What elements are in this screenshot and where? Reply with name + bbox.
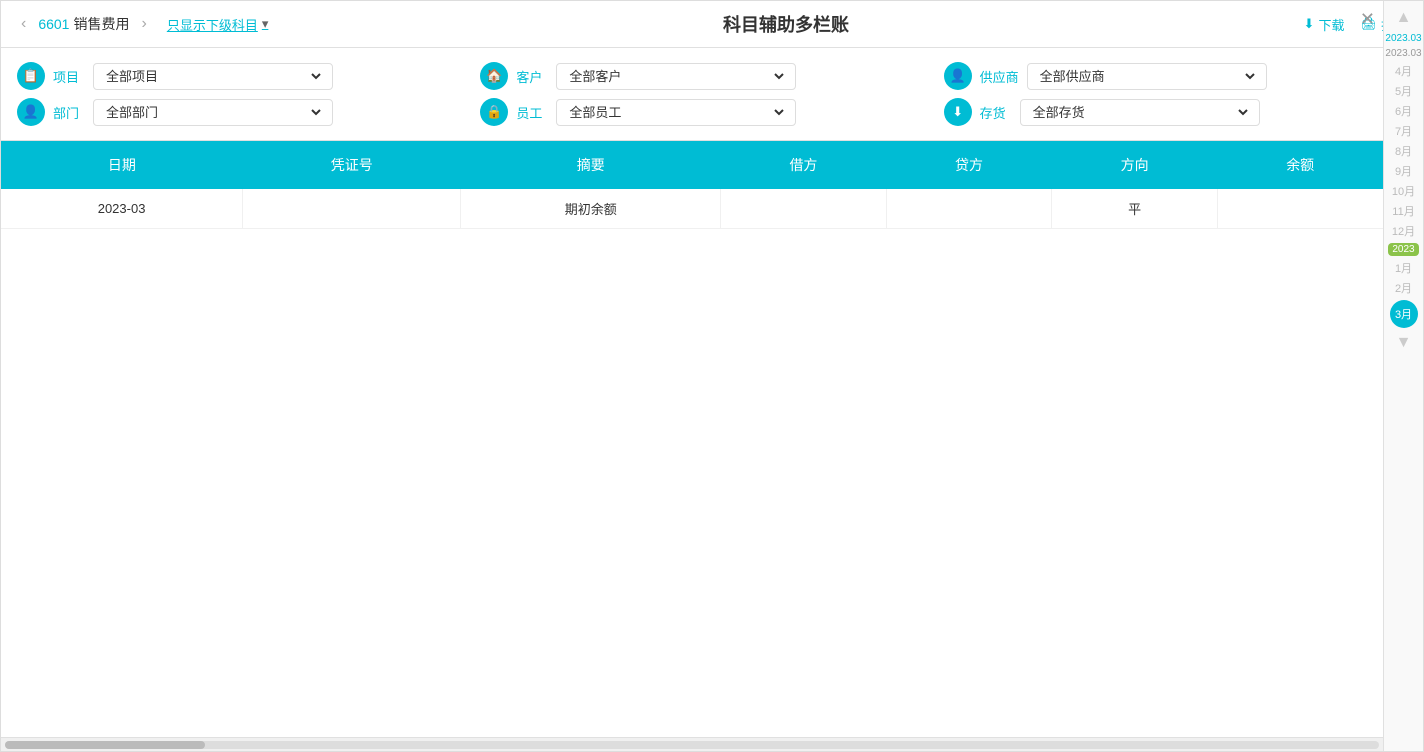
download-label: 下载 [1318,15,1344,34]
cell-voucher [243,189,461,229]
filter-area: 📋 项目 全部项目 🏠 客户 全部客户 👤 供应商 全部供应商 [1,48,1423,141]
table-row[interactable]: 2023-03 期初余额 平 [1,189,1383,229]
col-voucher: 凭证号 [243,141,461,189]
inventory-select[interactable]: 全部存货 [1020,99,1260,126]
sidebar-item-2[interactable]: 2月 [1395,278,1412,298]
sidebar-item-9[interactable]: 9月 [1395,161,1412,181]
account-code: 6601 [38,16,69,32]
inventory-label: 存货 [980,103,1012,122]
project-dropdown[interactable]: 全部项目 [102,68,324,85]
supplier-filter: 👤 供应商 全部供应商 [944,58,1407,94]
inventory-icon: ⬇ [944,98,972,126]
sidebar-item-1[interactable]: 1月 [1395,258,1412,278]
sidebar-item-7[interactable]: 7月 [1395,121,1412,141]
sidebar-item-4[interactable]: 4月 [1395,61,1412,81]
employee-label: 员工 [516,103,548,122]
inventory-dropdown[interactable]: 全部存货 [1029,104,1251,121]
sidebar-item-12[interactable]: 12月 [1392,221,1415,241]
cell-date: 2023-03 [1,189,243,229]
supplier-label: 供应商 [980,67,1019,86]
main-window: ✕ ‹ 6601 销售费用 › 只显示下级科目 ▾ 科目辅助多栏账 ⬇ 下载 🖨… [0,0,1424,752]
cell-debit [721,189,887,229]
cell-credit [886,189,1052,229]
inventory-filter: ⬇ 存货 全部存货 [944,94,1407,130]
employee-filter: 🔒 员工 全部员工 [480,94,943,130]
sidebar-item-8[interactable]: 8月 [1395,141,1412,161]
sidebar-item-2023-03-selected[interactable]: 2023.03 [1385,31,1421,46]
employee-select[interactable]: 全部员工 [556,99,796,126]
page-title: 科目辅助多栏账 [268,11,1303,37]
cell-summary: 期初余额 [461,189,721,229]
show-sub-button[interactable]: 只显示下级科目 ▾ [167,15,269,34]
project-filter: 📋 项目 全部项目 [17,58,480,94]
employee-dropdown[interactable]: 全部员工 [565,104,787,121]
department-dropdown[interactable]: 全部部门 [102,104,324,121]
cell-direction: 平 [1052,189,1218,229]
customer-select[interactable]: 全部客户 [556,63,796,90]
sidebar-item-6[interactable]: 6月 [1395,101,1412,121]
customer-icon: 🏠 [480,62,508,90]
account-name: 销售费用 [73,14,129,34]
header-bar: ‹ 6601 销售费用 › 只显示下级科目 ▾ 科目辅助多栏账 ⬇ 下载 🖨 打… [1,1,1423,48]
horizontal-scrollbar[interactable] [1,737,1383,751]
sidebar-item-3-active[interactable]: 3月 [1390,300,1418,328]
customer-label: 客户 [516,67,548,86]
close-button[interactable]: ✕ [1360,9,1375,30]
timeline-sidebar: ▲ 2023.03 2023.03 4月 5月 6月 7月 8月 9月 10月 … [1383,1,1423,752]
ledger-table: 日期 凭证号 摘要 借方 贷方 方向 余额 2023-03 期初余额 平 [1,141,1383,229]
table-header-row: 日期 凭证号 摘要 借方 贷方 方向 余额 [1,141,1383,189]
department-icon: 👤 [17,98,45,126]
employee-icon: 🔒 [480,98,508,126]
col-debit: 借方 [721,141,887,189]
prev-account-button[interactable]: ‹ [17,15,30,33]
supplier-select[interactable]: 全部供应商 [1027,63,1267,90]
sidebar-item-2023-03[interactable]: 2023.03 [1385,46,1421,61]
project-label: 项目 [53,67,85,86]
supplier-dropdown[interactable]: 全部供应商 [1036,68,1258,85]
customer-filter: 🏠 客户 全部客户 [480,58,943,94]
sidebar-item-5[interactable]: 5月 [1395,81,1412,101]
sidebar-year-badge[interactable]: 2023 [1388,243,1418,256]
col-summary: 摘要 [461,141,721,189]
sidebar-up-button[interactable]: ▲ [1396,5,1412,31]
project-select[interactable]: 全部项目 [93,63,333,90]
sidebar-down-button[interactable]: ▼ [1396,330,1412,356]
customer-dropdown[interactable]: 全部客户 [565,68,787,85]
department-label: 部门 [53,103,85,122]
table-container: 日期 凭证号 摘要 借方 贷方 方向 余额 2023-03 期初余额 平 [1,141,1383,703]
col-direction: 方向 [1052,141,1218,189]
account-label: 6601 销售费用 [38,14,129,34]
scroll-track [5,741,1379,749]
supplier-icon: 👤 [944,62,972,90]
department-filter: 👤 部门 全部部门 [17,94,480,130]
sidebar-item-11[interactable]: 11月 [1392,201,1414,221]
sidebar-item-10[interactable]: 10月 [1392,181,1415,201]
col-date: 日期 [1,141,243,189]
download-icon: ⬇ [1304,16,1315,32]
show-sub-label: 只显示下级科目 [167,15,258,34]
next-account-button[interactable]: › [137,15,150,33]
scroll-thumb[interactable] [5,741,205,749]
download-button[interactable]: ⬇ 下载 [1304,15,1345,34]
col-balance: 余额 [1217,141,1383,189]
col-credit: 贷方 [886,141,1052,189]
cell-balance [1217,189,1383,229]
project-icon: 📋 [17,62,45,90]
department-select[interactable]: 全部部门 [93,99,333,126]
